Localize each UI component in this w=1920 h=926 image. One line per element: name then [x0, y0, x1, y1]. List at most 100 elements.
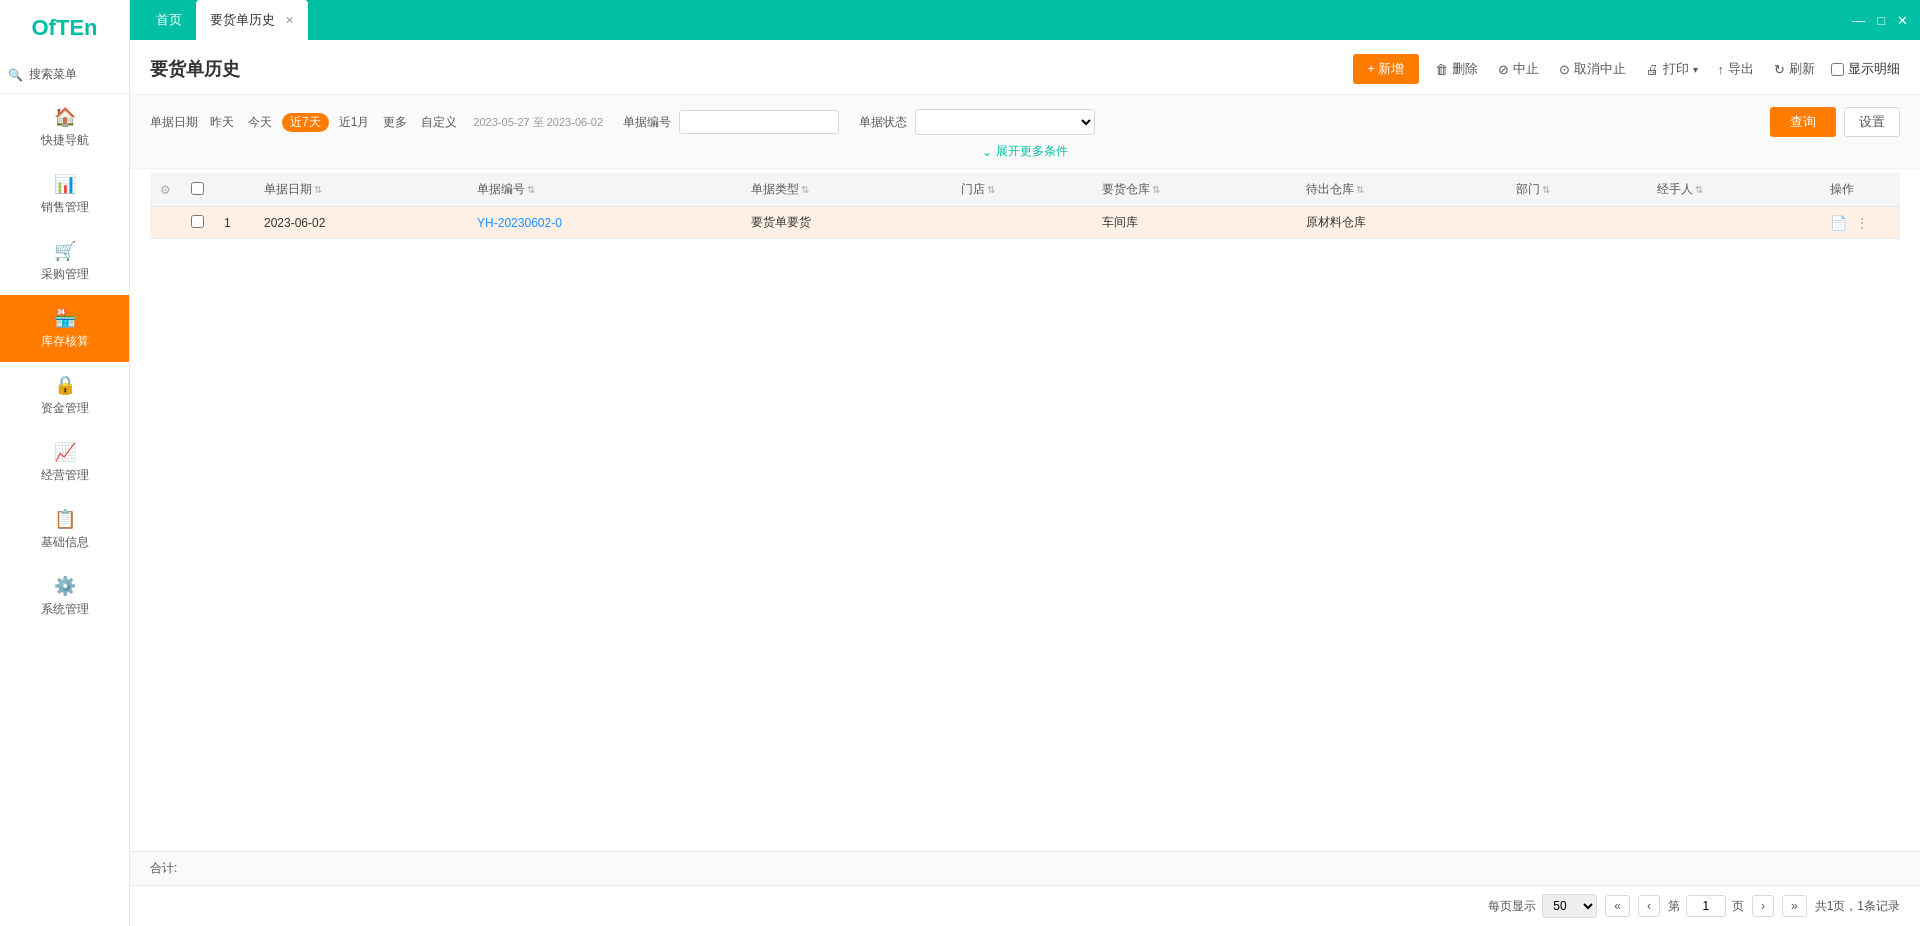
- print-dropdown-icon: ▾: [1693, 64, 1698, 75]
- close-button[interactable]: ✕: [1897, 13, 1908, 28]
- sidebar-item-inventory[interactable]: 🏪库存核算: [0, 295, 129, 362]
- total-label: 合计:: [150, 860, 177, 877]
- minimize-button[interactable]: —: [1852, 13, 1865, 28]
- maximize-button[interactable]: □: [1877, 13, 1885, 28]
- pagination: 每页显示 102050100 « ‹ 第 页 › » 共1页，1条记录: [130, 885, 1920, 926]
- date-shortcut-昨天[interactable]: 昨天: [206, 113, 238, 132]
- purchase-mgmt-label: 采购管理: [41, 266, 89, 283]
- col-bill-type[interactable]: 单据类型⇅: [741, 173, 950, 207]
- page-header: 要货单历史 + 新增 🗑 删除 ⊘ 中止 ⊙ 取消中止 🖨 打印: [130, 40, 1920, 95]
- display-detail-checkbox[interactable]: 显示明细: [1831, 60, 1900, 78]
- sidebar-search-label: 搜索菜单: [29, 66, 77, 83]
- sidebar-item-finance[interactable]: 🔒 资金管理: [0, 362, 129, 429]
- footer-total: 合计:: [130, 851, 1920, 885]
- status-label: 单据状态: [859, 114, 907, 131]
- row-actions: 📄 ⋮: [1820, 207, 1900, 239]
- date-shortcut-自定义[interactable]: 自定义: [417, 113, 461, 132]
- bill-no-filter: 单据编号: [623, 110, 839, 134]
- bill-no-input[interactable]: [679, 110, 839, 134]
- quick-nav-label: 快捷导航: [41, 132, 89, 149]
- next-page-button[interactable]: ›: [1752, 895, 1774, 917]
- row-pending-warehouse: 原材料仓库: [1296, 207, 1505, 239]
- sidebar-item-sys-mgmt[interactable]: ⚙️系统管理: [0, 563, 129, 630]
- date-shortcut-近1月[interactable]: 近1月: [335, 113, 374, 132]
- select-all-checkbox[interactable]: [191, 182, 204, 195]
- date-shortcut-更多[interactable]: 更多: [379, 113, 411, 132]
- sidebar-item-operation[interactable]: 📈经营管理: [0, 429, 129, 496]
- row-bill-no[interactable]: YH-20230602-0: [467, 207, 741, 239]
- col-action: 操作: [1820, 173, 1900, 207]
- cancel-stop-button[interactable]: ⊙ 取消中止: [1555, 60, 1630, 78]
- col-dept[interactable]: 部门⇅: [1506, 173, 1647, 207]
- refresh-button[interactable]: ↻ 刷新: [1770, 60, 1819, 78]
- export-button[interactable]: ↑ 导出: [1714, 60, 1759, 78]
- tab-home[interactable]: 首页: [142, 0, 196, 40]
- pagination-info: 共1页，1条记录: [1815, 898, 1900, 915]
- display-detail-input[interactable]: [1831, 63, 1844, 76]
- date-shortcut-近7天[interactable]: 近7天: [282, 113, 329, 132]
- col-pending-warehouse[interactable]: 待出仓库⇅: [1296, 173, 1505, 207]
- add-button[interactable]: + 新增: [1353, 54, 1418, 84]
- col-date[interactable]: 单据日期⇅: [254, 173, 467, 207]
- delete-button[interactable]: 🗑 删除: [1431, 60, 1482, 78]
- search-icon: 🔍: [8, 68, 23, 82]
- filter-area: 单据日期 昨天今天近7天近1月更多自定义 2023-05-27 至 2023-0…: [130, 95, 1920, 169]
- row-no: 1: [214, 207, 254, 239]
- table-row: 1 2023-06-02 YH-20230602-0 要货单要货 车间库 原材料…: [150, 207, 1900, 239]
- query-button[interactable]: 查询: [1770, 107, 1836, 137]
- sidebar-search[interactable]: 🔍 搜索菜单: [0, 56, 129, 94]
- sidebar-item-basic-info[interactable]: 📋基础信息: [0, 496, 129, 563]
- tab-purchase-history[interactable]: 要货单历史 ✕: [196, 0, 308, 40]
- col-bill-no[interactable]: 单据编号⇅: [467, 173, 741, 207]
- table-header-row: ⚙ 单据日期⇅ 单据编号⇅ 单据类型⇅: [150, 173, 1900, 207]
- col-checkbox: [181, 173, 214, 207]
- status-select[interactable]: [915, 109, 1095, 135]
- sidebar-item-quick-nav[interactable]: 🏠快捷导航: [0, 94, 129, 161]
- topbar: 首页要货单历史 ✕ — □ ✕: [130, 0, 1920, 40]
- bill-no-link[interactable]: YH-20230602-0: [477, 216, 562, 230]
- settings-button[interactable]: 设置: [1844, 107, 1900, 137]
- tab-label-purchase-history: 要货单历史: [210, 11, 275, 29]
- expand-icon: ⌄: [982, 145, 992, 159]
- row-date: 2023-06-02: [254, 207, 467, 239]
- col-store[interactable]: 门店⇅: [951, 173, 1092, 207]
- filter-actions: 查询 设置: [1770, 107, 1900, 137]
- print-icon: 🖨: [1646, 62, 1659, 77]
- page-input[interactable]: [1686, 895, 1726, 917]
- row-checkbox[interactable]: [181, 207, 214, 239]
- page-goto: 第 页: [1668, 895, 1744, 917]
- topbar-right: — □ ✕: [1852, 13, 1908, 28]
- basic-info-label: 基础信息: [41, 534, 89, 551]
- last-page-button[interactable]: »: [1782, 895, 1807, 917]
- sidebar-item-sales-mgmt[interactable]: 📊销售管理: [0, 161, 129, 228]
- row-dept: [1506, 207, 1647, 239]
- tab-close-purchase-history[interactable]: ✕: [285, 14, 294, 27]
- expand-filter-button[interactable]: ⌄ 展开更多条件: [150, 143, 1900, 160]
- content-area: 要货单历史 + 新增 🗑 删除 ⊘ 中止 ⊙ 取消中止 🖨 打印: [130, 40, 1920, 926]
- col-settings[interactable]: ⚙: [150, 173, 181, 207]
- row-settings: [150, 207, 181, 239]
- stop-button[interactable]: ⊘ 中止: [1494, 60, 1543, 78]
- print-button[interactable]: 🖨 打印 ▾: [1642, 60, 1702, 78]
- row-edit-icon[interactable]: 📄: [1830, 215, 1847, 231]
- sys-mgmt-icon: ⚙️: [54, 575, 76, 597]
- delete-icon: 🗑: [1435, 62, 1448, 77]
- finance-label: 资金管理: [41, 400, 89, 417]
- bill-no-label: 单据编号: [623, 114, 671, 131]
- per-page-select[interactable]: 102050100: [1542, 894, 1597, 918]
- status-filter: 单据状态: [859, 109, 1095, 135]
- finance-icon: 🔒: [54, 374, 76, 396]
- prev-page-button[interactable]: ‹: [1638, 895, 1660, 917]
- refresh-icon: ↻: [1774, 62, 1785, 77]
- date-shortcut-今天[interactable]: 今天: [244, 113, 276, 132]
- date-filter-label: 单据日期: [150, 114, 198, 131]
- date-filter: 单据日期 昨天今天近7天近1月更多自定义 2023-05-27 至 2023-0…: [150, 113, 603, 132]
- col-no: [214, 173, 254, 207]
- first-page-button[interactable]: «: [1605, 895, 1630, 917]
- data-table: ⚙ 单据日期⇅ 单据编号⇅ 单据类型⇅: [150, 173, 1900, 239]
- col-req-warehouse[interactable]: 要货仓库⇅: [1092, 173, 1296, 207]
- col-handler[interactable]: 经手人⇅: [1647, 173, 1820, 207]
- sidebar-item-purchase-mgmt[interactable]: 🛒采购管理: [0, 228, 129, 295]
- row-more-icon[interactable]: ⋮: [1855, 215, 1869, 231]
- row-handler: [1647, 207, 1820, 239]
